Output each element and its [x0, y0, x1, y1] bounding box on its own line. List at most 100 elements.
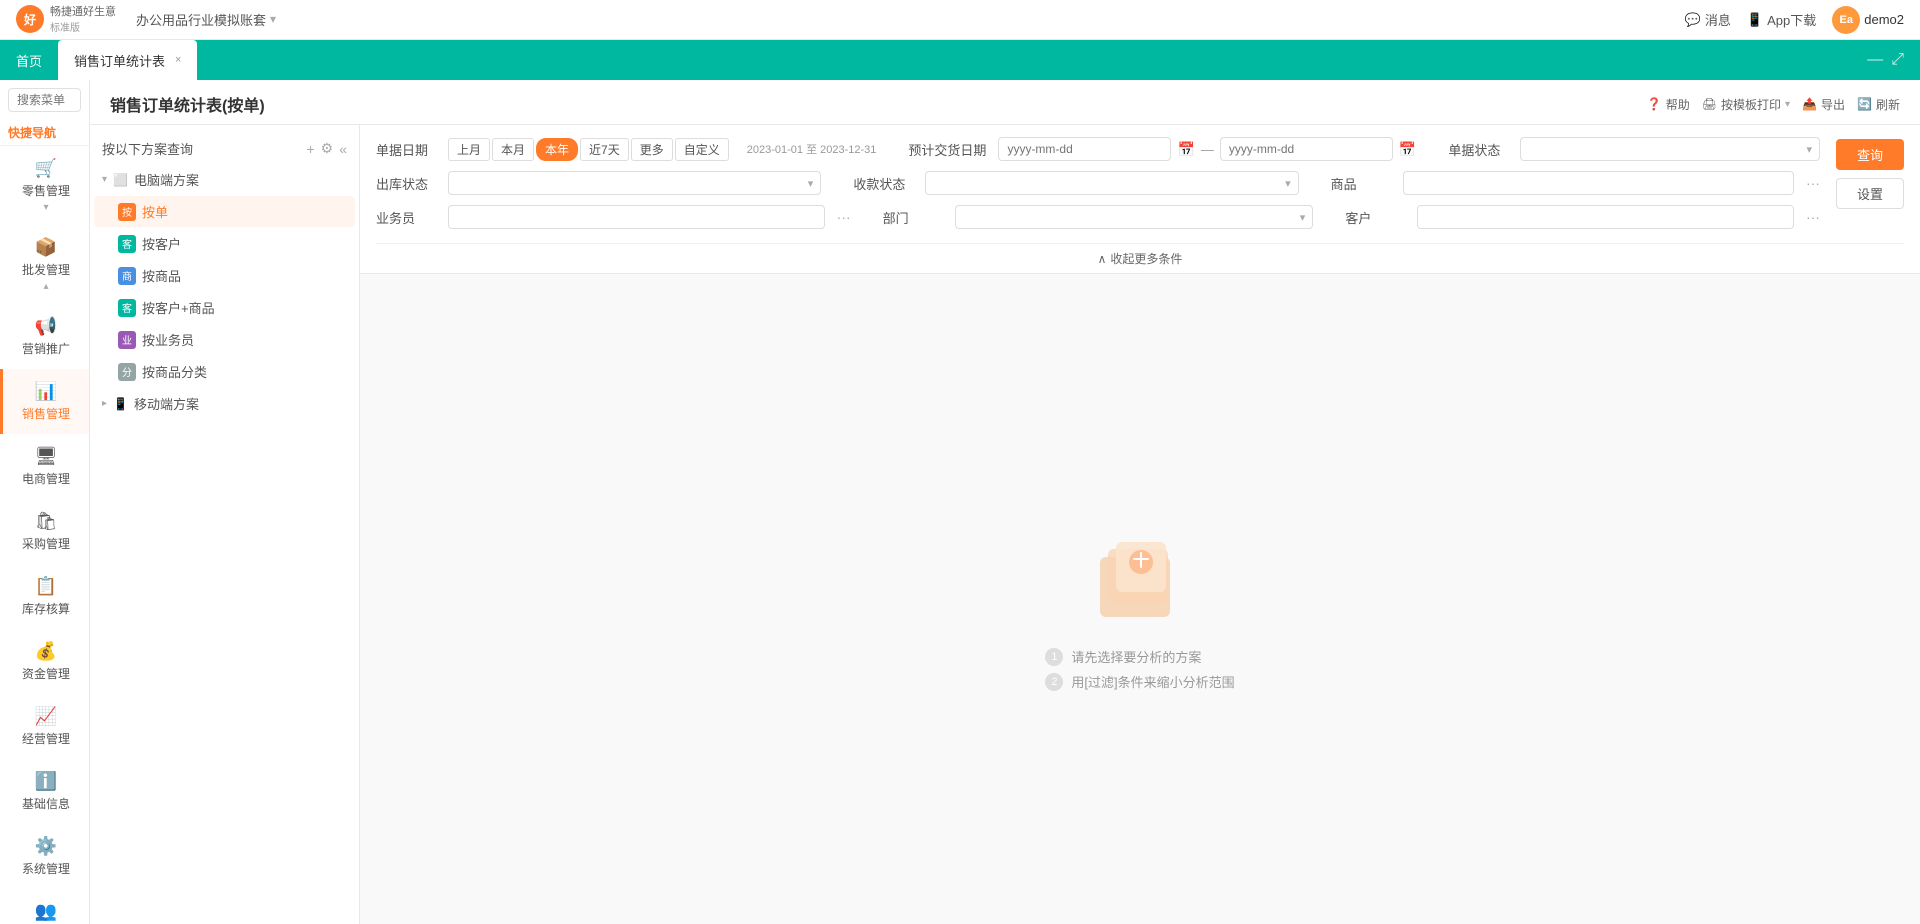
empty-state: 1 请先选择要分析的方案 2 用[过滤]条件来缩小分析范围 — [1045, 507, 1234, 691]
tab-home-label: 首页 — [16, 51, 42, 70]
sidebar-item-sales[interactable]: 📊 销售管理 — [0, 369, 89, 434]
expected-date-start[interactable] — [998, 137, 1171, 161]
ecommerce-icon: 🖥 — [35, 446, 58, 467]
sidebar-item-finance-label: 资金管理 — [22, 665, 70, 682]
payment-select-wrapper — [925, 171, 1298, 195]
help-icon: ❓ — [1647, 97, 1662, 111]
scheme-panel-title: 按以下方案查询 — [102, 139, 193, 158]
outbound-select[interactable] — [448, 171, 821, 195]
sidebar-item-purchase[interactable]: 🛍 采购管理 — [0, 499, 89, 564]
sidebar-item-finance[interactable]: 💰 资金管理 — [0, 629, 89, 694]
sidebar-item-system-label: 系统管理 — [22, 860, 70, 877]
scheme-item-by-category-label: 按商品分类 — [142, 362, 207, 381]
tab-maximize-icon[interactable]: ⤢ — [1891, 51, 1904, 69]
scheme-add-button[interactable]: + — [306, 141, 314, 157]
expected-date-end[interactable] — [1220, 137, 1393, 161]
date-separator: — — [1201, 142, 1214, 157]
date-filter-buttons: 上月 本月 本年 近7天 更多 自定义 — [448, 138, 729, 161]
scheme-group-header-mobile[interactable]: ▸ 📱 移动端方案 — [90, 388, 359, 419]
sidebar-item-retail[interactable]: 🛒 零售管理 ▾ — [0, 146, 89, 225]
scheme-icon-by-category: 分 — [118, 363, 136, 381]
query-button[interactable]: 查询 — [1836, 139, 1904, 170]
enterprise-icon: 👥 — [35, 901, 57, 922]
scheme-settings-button[interactable]: ⚙ — [321, 140, 334, 157]
department-label: 部门 — [883, 208, 943, 227]
salesperson-input[interactable] — [448, 205, 825, 229]
outbound-select-wrapper — [448, 171, 821, 195]
customer-label: 客户 — [1345, 208, 1405, 227]
tab-close-icon[interactable]: × — [175, 54, 181, 66]
scheme-collapse-button[interactable]: « — [339, 141, 347, 157]
print-arrow-icon: ▾ — [1785, 99, 1790, 110]
scheme-item-by-category[interactable]: 分 按商品分类 — [94, 356, 355, 387]
scheme-icon-by-customer-goods: 客 — [118, 299, 136, 317]
user-area[interactable]: Ea demo2 — [1832, 6, 1904, 34]
sidebar-item-operation[interactable]: 📈 经营管理 — [0, 694, 89, 759]
app-download-icon: 📱 — [1747, 12, 1763, 28]
date-range-display: 2023-01-01 至 2023-12-31 — [747, 141, 877, 157]
collapse-more-button[interactable]: ∧ 收起更多条件 — [376, 243, 1904, 273]
scheme-item-by-customer-goods-label: 按客户+商品 — [142, 298, 215, 317]
scheme-item-by-customer-goods[interactable]: 客 按客户+商品 — [94, 292, 355, 323]
scheme-item-by-order[interactable]: 按 按单 — [94, 196, 355, 227]
sidebar-item-system[interactable]: ⚙️ 系统管理 — [0, 824, 89, 889]
goods-dots[interactable]: ··· — [1806, 175, 1820, 191]
customer-input[interactable] — [1417, 205, 1794, 229]
sidebar-item-marketing[interactable]: 📢 营销推广 — [0, 304, 89, 369]
refresh-button[interactable]: 🔄 刷新 — [1857, 96, 1900, 113]
help-button[interactable]: ❓ 帮助 — [1647, 96, 1690, 113]
salesperson-dots[interactable]: ··· — [837, 209, 851, 225]
date-btn-more[interactable]: 更多 — [631, 138, 673, 161]
sidebar-quick-nav-label: 快捷导航 — [0, 120, 89, 146]
help-label: 帮助 — [1666, 96, 1690, 113]
search-input[interactable] — [8, 88, 81, 112]
date-btn-last-month[interactable]: 上月 — [448, 138, 490, 161]
date-btn-7days[interactable]: 近7天 — [580, 138, 629, 161]
filter-row-date: 单据日期 上月 本月 本年 近7天 更多 自定义 2023-01-01 至 20… — [376, 137, 1820, 161]
goods-input[interactable] — [1403, 171, 1794, 195]
sidebar-item-basicinfo[interactable]: ℹ️ 基础信息 — [0, 759, 89, 824]
scheme-group-header-pc[interactable]: ▾ ⬜ 电脑端方案 — [90, 164, 359, 195]
main-layout: 快捷导航 🛒 零售管理 ▾ 📦 批发管理 ▴ 📢 营销推广 📊 销售管理 🖥 电… — [0, 80, 1920, 924]
payment-select[interactable] — [925, 171, 1298, 195]
tab-minimize-icon[interactable]: — — [1867, 51, 1883, 69]
pc-group-expand-icon: ▾ — [102, 174, 107, 185]
status-select[interactable] — [1520, 137, 1820, 161]
sidebar-item-enterprise[interactable]: 👥 企业协同 — [0, 889, 89, 924]
sidebar-item-inventory-label: 库存核算 — [22, 600, 70, 617]
date-btn-this-month[interactable]: 本月 — [492, 138, 534, 161]
date-btn-custom[interactable]: 自定义 — [675, 138, 729, 161]
tab-bar: 首页 销售订单统计表 × — ⤢ — [0, 40, 1920, 80]
avatar: Ea — [1832, 6, 1860, 34]
filter-with-actions: 单据日期 上月 本月 本年 近7天 更多 自定义 2023-01-01 至 20… — [376, 137, 1904, 239]
scheme-panel: 按以下方案查询 + ⚙ « ▾ ⬜ 电脑端方案 按 — [90, 125, 360, 924]
department-select[interactable] — [955, 205, 1314, 229]
user-name: demo2 — [1864, 12, 1904, 27]
scheme-group-mobile: ▸ 📱 移动端方案 — [90, 388, 359, 419]
app-download-button[interactable]: 📱 App下载 — [1747, 10, 1816, 29]
scheme-item-by-goods[interactable]: 商 按商品 — [94, 260, 355, 291]
date-btn-this-year[interactable]: 本年 — [536, 138, 578, 161]
calendar-icon-1[interactable]: 📅 — [1177, 141, 1194, 158]
filter-panel: 单据日期 上月 本月 本年 近7天 更多 自定义 2023-01-01 至 20… — [360, 125, 1920, 274]
empty-svg — [1080, 507, 1200, 627]
tab-sales-order[interactable]: 销售订单统计表 × — [58, 40, 197, 80]
sidebar-item-ecommerce[interactable]: 🖥 电商管理 — [0, 434, 89, 499]
sidebar-item-inventory[interactable]: 📋 库存核算 — [0, 564, 89, 629]
sales-icon: 📊 — [35, 381, 57, 402]
scheme-item-by-salesperson[interactable]: 业 按业务员 — [94, 324, 355, 355]
filter-content: 单据日期 上月 本月 本年 近7天 更多 自定义 2023-01-01 至 20… — [376, 137, 1820, 239]
breadcrumb: 办公用品行业模拟账套 ▾ — [136, 10, 276, 29]
message-button[interactable]: 💬 消息 — [1685, 10, 1731, 29]
tab-home[interactable]: 首页 — [0, 40, 58, 80]
scheme-item-by-customer[interactable]: 客 按客户 — [94, 228, 355, 259]
customer-dots[interactable]: ··· — [1806, 209, 1820, 225]
settings-button[interactable]: 设置 — [1836, 178, 1904, 209]
sidebar-item-wholesale[interactable]: 📦 批发管理 ▴ — [0, 225, 89, 304]
calendar-icon-2[interactable]: 📅 — [1399, 141, 1416, 158]
print-button[interactable]: 🖨 按模板打印 ▾ — [1702, 96, 1790, 113]
print-icon: 🖨 — [1702, 97, 1717, 111]
below-header: 按以下方案查询 + ⚙ « ▾ ⬜ 电脑端方案 按 — [90, 125, 1920, 924]
scheme-icon-by-customer: 客 — [118, 235, 136, 253]
export-button[interactable]: 📤 导出 — [1802, 96, 1845, 113]
